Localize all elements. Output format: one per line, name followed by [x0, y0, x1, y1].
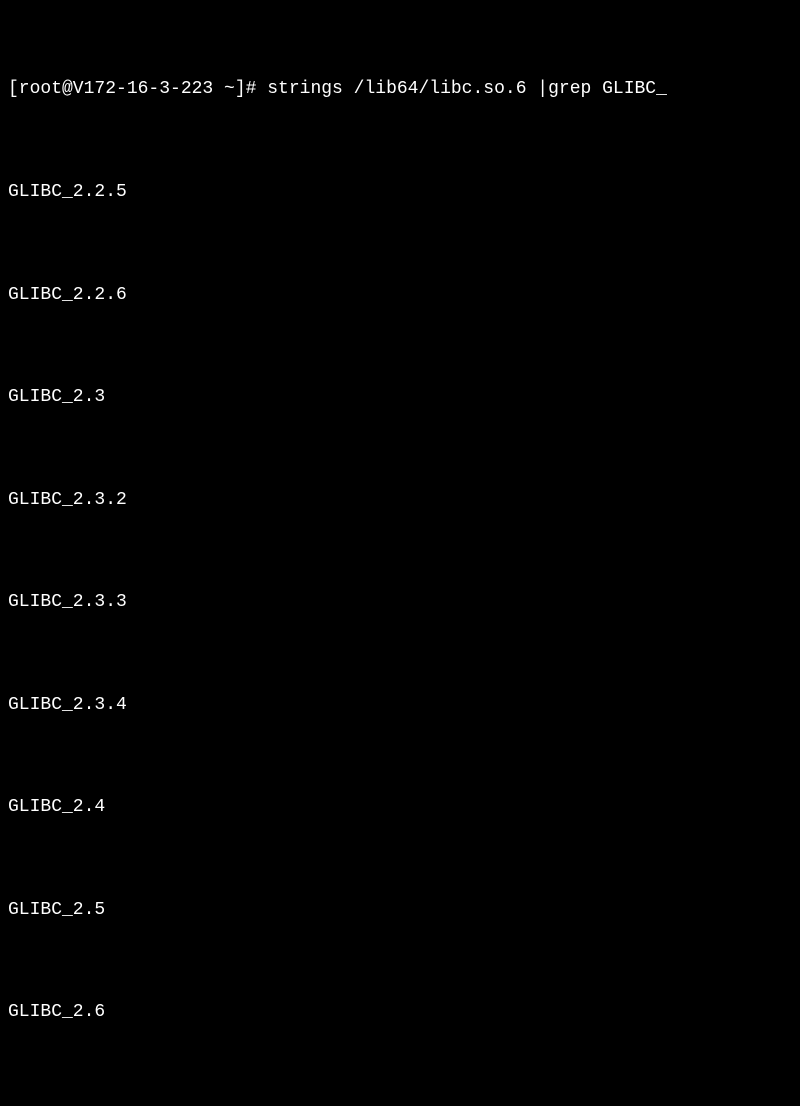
terminal-window[interactable]: [root@V172-16-3-223 ~]# strings /lib64/l… [8, 4, 792, 1106]
output-line: GLIBC_2.3 [8, 380, 792, 414]
output-line: GLIBC_2.7 [8, 1098, 792, 1106]
output-line: GLIBC_2.2.6 [8, 278, 792, 312]
output-line: GLIBC_2.3.4 [8, 688, 792, 722]
output-line: GLIBC_2.3.3 [8, 585, 792, 619]
output-line: GLIBC_2.6 [8, 995, 792, 1029]
command-line: [root@V172-16-3-223 ~]# strings /lib64/l… [8, 72, 792, 106]
shell-prompt: [root@V172-16-3-223 ~]# [8, 79, 267, 99]
output-line: GLIBC_2.3.2 [8, 483, 792, 517]
output-line: GLIBC_2.4 [8, 790, 792, 824]
output-line: GLIBC_2.5 [8, 893, 792, 927]
output-line: GLIBC_2.2.5 [8, 175, 792, 209]
command-text: strings /lib64/libc.so.6 |grep GLIBC_ [267, 79, 667, 99]
